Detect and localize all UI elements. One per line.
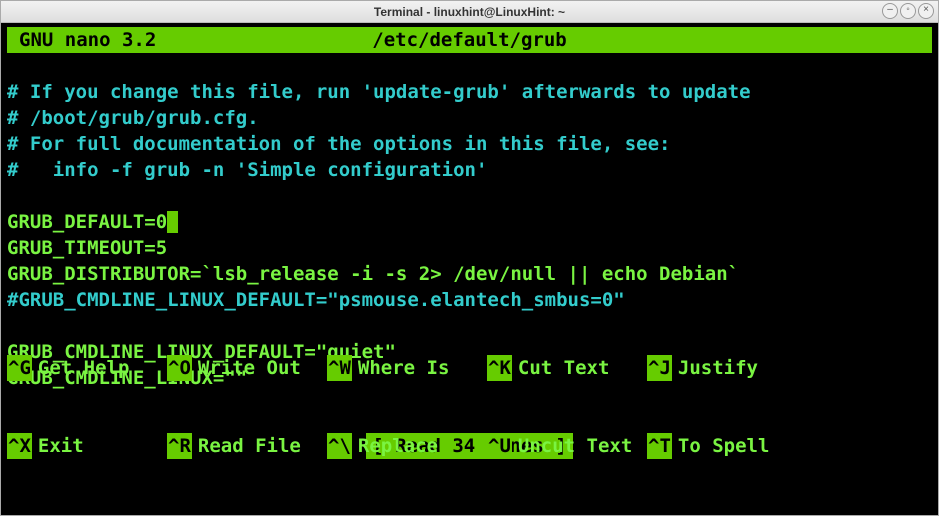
shortcut-item[interactable]: ^UUncut Text — [487, 433, 647, 459]
window-title: Terminal - linuxhint@LinuxHint: ~ — [374, 5, 565, 19]
minimize-button[interactable]: – — [882, 3, 898, 19]
editor-line[interactable]: # info -f grub -n 'Simple configuration' — [7, 157, 932, 183]
shortcut-key: ^J — [647, 355, 672, 381]
shortcut-item[interactable]: ^RRead File — [167, 433, 327, 459]
close-button[interactable]: × — [918, 3, 934, 19]
shortcut-label: Replace — [358, 433, 438, 459]
editor-line[interactable]: GRUB_TIMEOUT=5 — [7, 235, 932, 261]
maximize-button[interactable]: ◦ — [900, 3, 916, 19]
terminal-viewport[interactable]: GNU nano 3.2 /etc/default/grub # If you … — [1, 23, 938, 515]
shortcut-label: Read File — [198, 433, 301, 459]
shortcut-label: Write Out — [198, 355, 301, 381]
shortcut-key: ^\ — [327, 433, 352, 459]
shortcut-item[interactable]: ^WWhere Is — [327, 355, 487, 381]
shortcut-item[interactable]: ^OWrite Out — [167, 355, 327, 381]
shortcut-row: ^XExit^RRead File^\Replace^UUncut Text^T… — [7, 433, 932, 459]
editor-line[interactable] — [7, 183, 932, 209]
shortcut-item[interactable]: ^JJustify — [647, 355, 807, 381]
shortcut-item[interactable]: ^XExit — [7, 433, 167, 459]
shortcut-label: Exit — [38, 433, 84, 459]
nano-filename: /etc/default/grub — [372, 27, 566, 53]
shortcut-key: ^U — [487, 433, 512, 459]
editor-line[interactable]: # For full documentation of the options … — [7, 131, 932, 157]
nano-app-label: GNU nano 3.2 — [7, 27, 156, 53]
shortcut-key: ^K — [487, 355, 512, 381]
text-cursor — [167, 211, 178, 233]
shortcut-key: ^W — [327, 355, 352, 381]
shortcut-label: To Spell — [678, 433, 770, 459]
shortcut-item[interactable]: ^KCut Text — [487, 355, 647, 381]
editor-line[interactable]: GRUB_DISTRIBUTOR=`lsb_release -i -s 2> /… — [7, 261, 932, 287]
shortcut-key: ^G — [7, 355, 32, 381]
shortcut-item[interactable]: ^GGet Help — [7, 355, 167, 381]
shortcut-label: Justify — [678, 355, 758, 381]
nano-header: GNU nano 3.2 /etc/default/grub — [7, 27, 932, 53]
editor-line[interactable]: # If you change this file, run 'update-g… — [7, 79, 932, 105]
editor-line[interactable]: GRUB_DEFAULT=0 — [7, 209, 932, 235]
shortcut-label: Cut Text — [518, 355, 610, 381]
shortcut-bar: ^GGet Help^OWrite Out^WWhere Is^KCut Tex… — [7, 303, 932, 511]
shortcut-label: Uncut Text — [518, 433, 632, 459]
shortcut-label: Where Is — [358, 355, 450, 381]
shortcut-key: ^X — [7, 433, 32, 459]
window-buttons: – ◦ × — [882, 3, 934, 19]
shortcut-item[interactable]: ^\Replace — [327, 433, 487, 459]
terminal-window: Terminal - linuxhint@LinuxHint: ~ – ◦ × … — [0, 0, 939, 516]
editor-line[interactable]: # /boot/grub/grub.cfg. — [7, 105, 932, 131]
shortcut-row: ^GGet Help^OWrite Out^WWhere Is^KCut Tex… — [7, 355, 932, 381]
shortcut-key: ^O — [167, 355, 192, 381]
shortcut-key: ^T — [647, 433, 672, 459]
shortcut-key: ^R — [167, 433, 192, 459]
titlebar: Terminal - linuxhint@LinuxHint: ~ – ◦ × — [1, 1, 938, 23]
shortcut-label: Get Help — [38, 355, 130, 381]
shortcut-item[interactable]: ^TTo Spell — [647, 433, 807, 459]
